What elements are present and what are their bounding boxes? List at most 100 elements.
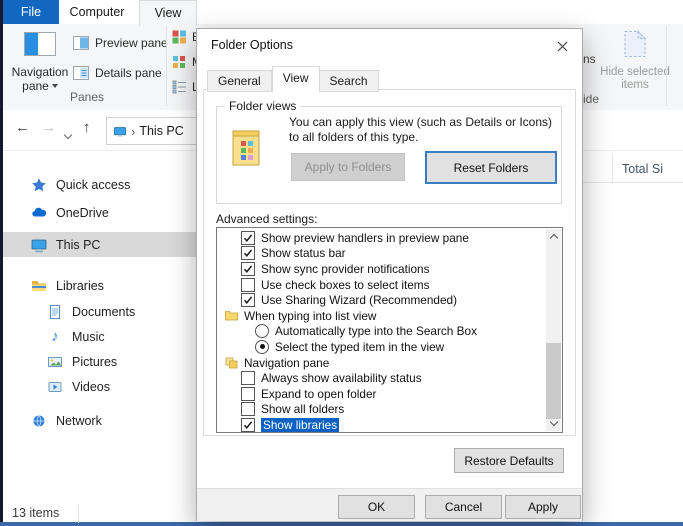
- ribbon-separator: [166, 26, 167, 106]
- advanced-setting-row[interactable]: Show libraries: [218, 417, 545, 433]
- ribbon-text-fragment: ns: [583, 52, 596, 66]
- preview-pane-label: Preview pane: [95, 36, 168, 50]
- advanced-setting-row[interactable]: Show all folders: [218, 402, 545, 418]
- advanced-setting-row[interactable]: Select the typed item in the view: [218, 339, 545, 355]
- dialog-title: Folder Options: [211, 38, 293, 52]
- advanced-setting-row[interactable]: Use check boxes to select items: [218, 277, 545, 293]
- up-button[interactable]: ↑: [83, 119, 91, 136]
- checkbox[interactable]: [241, 277, 255, 292]
- chevron-down-icon: [549, 417, 558, 427]
- folder-views-description: You can apply this view (such as Details…: [289, 115, 553, 144]
- folder-options-dialog: Folder Options General View Search Folde…: [196, 28, 583, 521]
- sidebar-item-quick-access[interactable]: Quick access: [3, 172, 196, 197]
- tab-view[interactable]: View: [139, 0, 197, 26]
- advanced-settings-list[interactable]: Show preview handlers in preview pane Sho…: [216, 227, 563, 433]
- advanced-setting-row[interactable]: Expand to open folder: [218, 386, 545, 402]
- hide-selected-items-button[interactable]: Hide selected items: [599, 30, 671, 92]
- chevron-up-icon: [549, 233, 558, 243]
- address-bar[interactable]: › This PC: [106, 117, 207, 145]
- sidebar-item-libraries[interactable]: Libraries: [3, 273, 196, 298]
- setting-label: Use check boxes to select items: [261, 277, 430, 292]
- radio-button[interactable]: [255, 339, 269, 354]
- reset-folders-button[interactable]: Reset Folders: [425, 151, 557, 184]
- navigation-pane: Quick access OneDrive This PC Libraries Docu…: [3, 172, 196, 433]
- checkbox[interactable]: [241, 293, 255, 308]
- scrollbar-thumb[interactable]: [546, 343, 561, 419]
- sidebar-item-this-pc[interactable]: This PC: [3, 232, 196, 257]
- close-button[interactable]: [551, 36, 573, 56]
- details-pane-label: Details pane: [95, 66, 162, 80]
- sidebar-item-label: Videos: [72, 379, 110, 394]
- monitor-icon: [31, 237, 47, 253]
- forward-button[interactable]: →: [41, 119, 56, 136]
- restore-defaults-button[interactable]: Restore Defaults: [454, 448, 564, 473]
- hide-selected-label2: items: [621, 79, 649, 91]
- star-icon: [31, 177, 47, 193]
- window-bottom-border: [0, 522, 683, 526]
- cancel-button[interactable]: Cancel: [425, 495, 502, 519]
- radio-button[interactable]: [255, 324, 269, 339]
- ribbon-separator: [666, 26, 667, 106]
- folder-views-group: Folder views You can apply this view (su…: [216, 99, 562, 204]
- setting-label: Show status bar: [261, 246, 346, 261]
- advanced-setting-row[interactable]: Use Sharing Wizard (Recommended): [218, 292, 545, 308]
- advanced-setting-row[interactable]: Show status bar: [218, 246, 545, 262]
- sidebar-item-label: Documents: [72, 304, 136, 319]
- tab-general[interactable]: General: [207, 70, 272, 92]
- setting-label: When typing into list view: [244, 308, 377, 323]
- breadcrumb[interactable]: This PC: [139, 124, 183, 138]
- sidebar-item-pictures[interactable]: Pictures: [3, 349, 196, 374]
- apply-to-folders-button[interactable]: Apply to Folders: [291, 153, 405, 181]
- music-icon: ♪: [51, 327, 59, 345]
- tab-computer[interactable]: Computer: [59, 0, 135, 24]
- large-icons-icon: [172, 30, 186, 44]
- tab-search[interactable]: Search: [319, 70, 379, 92]
- details-pane-button[interactable]: Details pane: [73, 66, 162, 80]
- setting-label: Navigation pane: [244, 355, 330, 370]
- sidebar-item-music[interactable]: ♪ Music: [3, 324, 196, 349]
- checkbox[interactable]: [241, 261, 255, 276]
- advanced-setting-row[interactable]: Show sync provider notifications: [218, 261, 545, 277]
- sidebar-item-network[interactable]: Network: [3, 408, 196, 433]
- hide-selected-label: Hide selected: [600, 66, 670, 78]
- back-button[interactable]: ←: [15, 119, 30, 136]
- scrollbar[interactable]: [546, 229, 561, 431]
- column-header-total-size[interactable]: Total Si: [622, 162, 663, 176]
- checkbox[interactable]: [241, 371, 255, 386]
- setting-label: Expand to open folder: [261, 386, 377, 401]
- ok-button[interactable]: OK: [338, 495, 415, 519]
- status-bar-item-count: 13 items: [12, 506, 60, 520]
- network-icon: [31, 413, 47, 429]
- document-icon: [47, 304, 63, 320]
- recent-locations-button[interactable]: [63, 125, 73, 143]
- checkbox[interactable]: [241, 417, 255, 432]
- checkbox[interactable]: [241, 402, 255, 417]
- advanced-setting-row[interactable]: When typing into list view: [218, 308, 545, 324]
- checkbox[interactable]: [241, 230, 255, 245]
- setting-label: Show libraries: [261, 417, 340, 432]
- navigation-pane-icon: [24, 32, 56, 56]
- setting-label: Use Sharing Wizard (Recommended): [261, 293, 458, 308]
- dialog-tab-strip: General View Search: [207, 66, 379, 92]
- scroll-up-button[interactable]: [546, 229, 561, 244]
- sidebar-item-label: Music: [72, 329, 105, 344]
- preview-pane-button[interactable]: Preview pane: [73, 36, 168, 50]
- apply-button[interactable]: Apply: [505, 495, 581, 519]
- sidebar-item-documents[interactable]: Documents: [3, 299, 196, 324]
- advanced-setting-row[interactable]: Show preview handlers in preview pane: [218, 230, 545, 246]
- folder-views-icon: [232, 130, 260, 166]
- sidebar-item-videos[interactable]: Videos: [3, 374, 196, 399]
- sidebar-item-label: Network: [56, 413, 102, 428]
- tab-file[interactable]: File: [3, 0, 59, 24]
- scroll-down-button[interactable]: [546, 416, 561, 431]
- nav-pane-icon: [225, 357, 238, 369]
- advanced-setting-row[interactable]: Navigation pane: [218, 355, 545, 371]
- setting-label: Automatically type into the Search Box: [275, 324, 477, 339]
- advanced-setting-row[interactable]: Always show availability status: [218, 370, 545, 386]
- advanced-setting-row[interactable]: Automatically type into the Search Box: [218, 324, 545, 340]
- tab-view-settings[interactable]: View: [271, 66, 320, 92]
- close-icon: [557, 41, 567, 51]
- sidebar-item-onedrive[interactable]: OneDrive: [3, 200, 196, 225]
- checkbox[interactable]: [241, 246, 255, 261]
- checkbox[interactable]: [241, 386, 255, 401]
